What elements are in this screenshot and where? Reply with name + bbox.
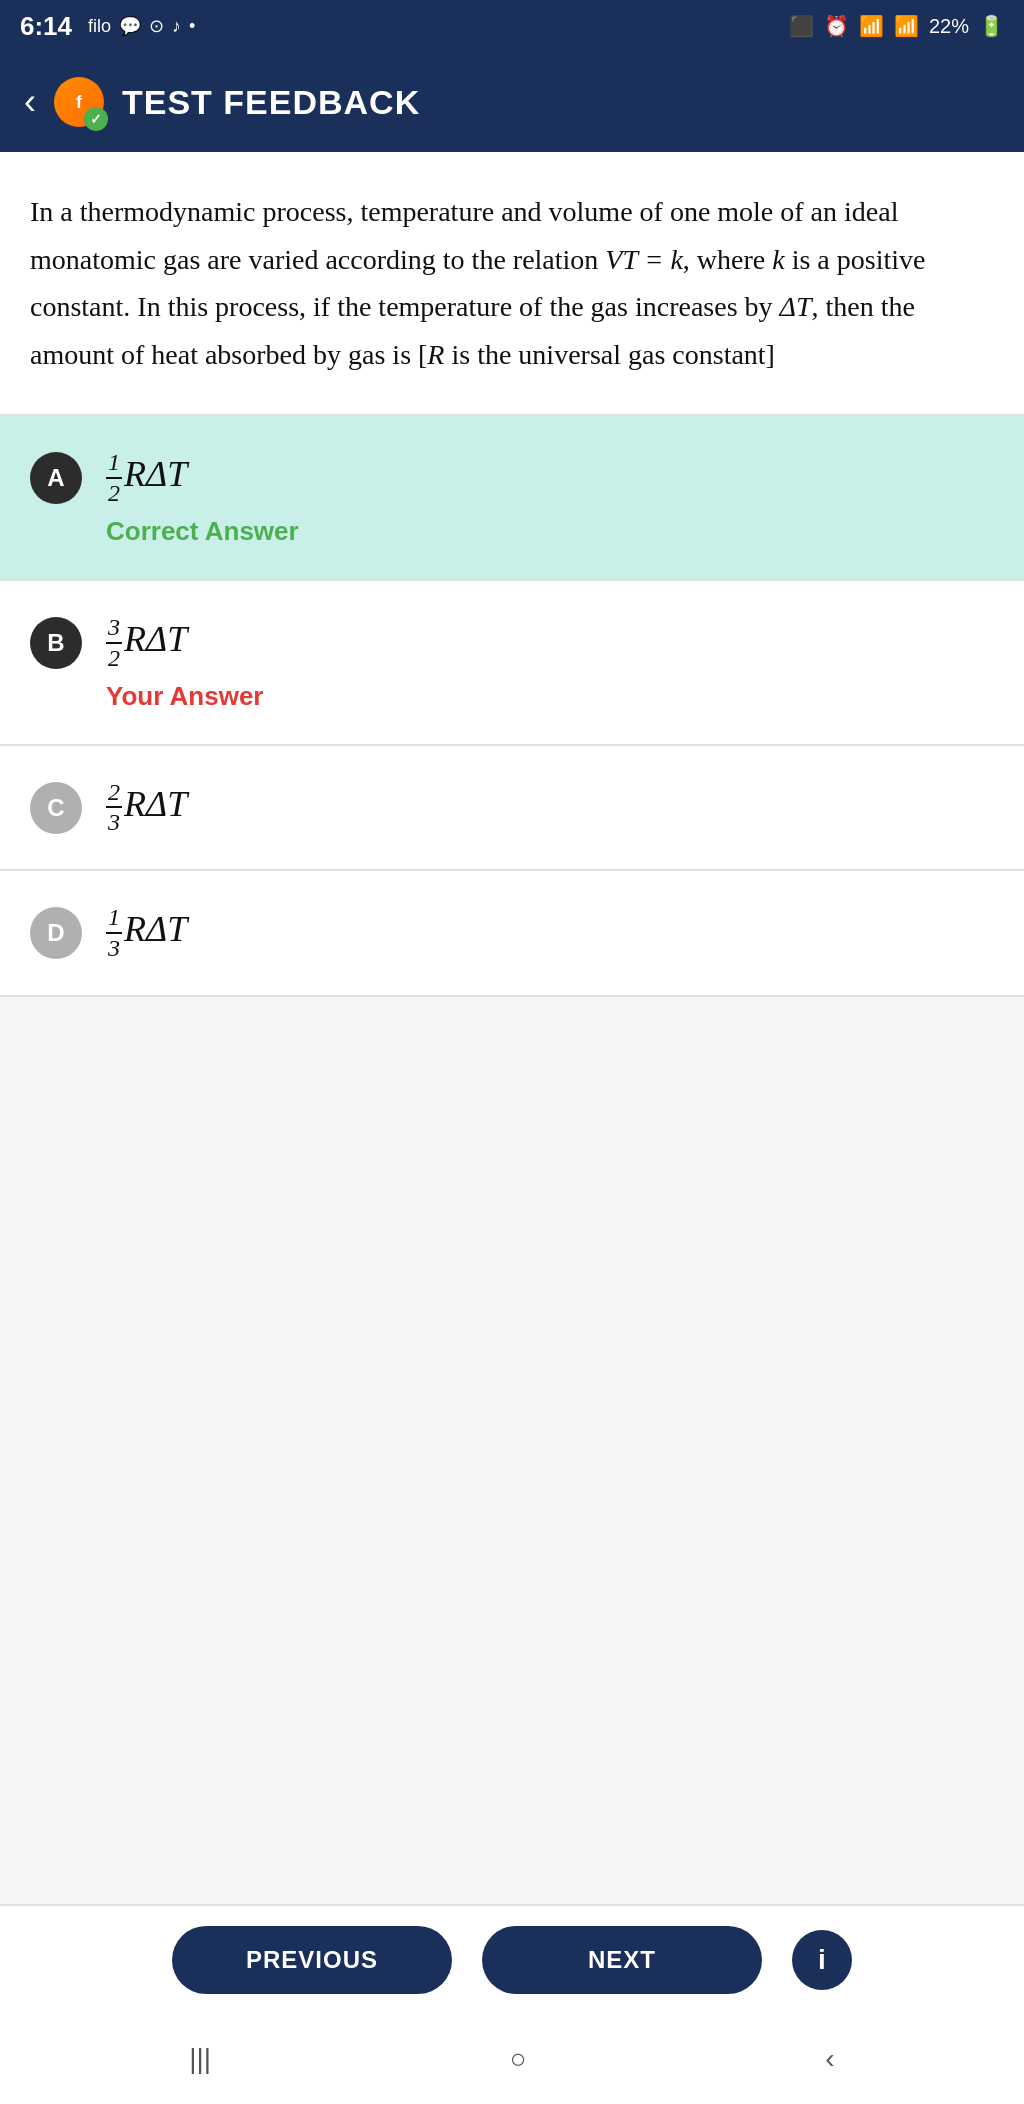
page-title: TEST FEEDBACK [122,83,420,122]
app-name: filo [88,16,111,37]
option-c-math: 2 3 RΔT [106,778,187,838]
option-d-fraction: 1 3 [106,903,122,963]
option-a-denominator: 2 [106,479,122,508]
delta-t: ΔT [780,291,812,322]
back-nav-button[interactable]: ‹ [785,2033,874,2085]
option-d-content: 1 3 RΔT [106,903,187,963]
option-c-badge: C [30,782,82,834]
question-text: In a thermodynamic process, temperature … [30,188,994,378]
option-b-content: 3 2 RΔT Your Answer [106,613,263,712]
option-b-numerator: 3 [106,613,122,644]
option-a-badge: A [30,452,82,504]
status-right: ⬛ ⏰ 📶 📶 22% 🔋 [789,14,1004,38]
menu-button[interactable]: ||| [149,2033,251,2085]
status-time: 6:14 [20,11,72,42]
option-c[interactable]: C 2 3 RΔT [0,746,1024,872]
chrome-icon: ⊙ [149,15,164,37]
correct-label: Correct Answer [106,516,299,547]
k-symbol: k [772,244,784,275]
option-c-numerator: 2 [106,778,122,809]
battery-icon: 🔋 [979,14,1004,38]
r-symbol: R [427,339,444,370]
option-d-numerator: 1 [106,903,122,934]
option-b-math: 3 2 RΔT [106,613,263,673]
equation: VT = k [605,244,683,275]
option-a[interactable]: A 1 2 RΔT Correct Answer [0,416,1024,581]
home-button[interactable]: ○ [470,2033,567,2085]
tiktok-icon: ♪ [172,16,181,37]
back-button[interactable]: ‹ [24,84,36,120]
status-icons: filo 💬 ⊙ ♪ • [88,15,195,37]
system-nav: ||| ○ ‹ [0,2014,1024,2104]
option-d-label: D [47,919,64,947]
option-b-label: B [47,629,64,657]
cast-icon: ⬛ [789,14,814,38]
header: ‹ f ✓ TEST FEEDBACK [0,52,1024,152]
option-c-fraction: 2 3 [106,778,122,838]
option-d-math: 1 3 RΔT [106,903,187,963]
status-bar: 6:14 filo 💬 ⊙ ♪ • ⬛ ⏰ 📶 📶 22% 🔋 [0,0,1024,52]
chat-icon: 💬 [119,15,141,37]
battery-text: 22% [929,15,969,38]
info-button[interactable]: i [792,1930,852,1990]
bottom-nav: PREVIOUS NEXT i [0,1904,1024,2014]
option-c-label: C [47,794,64,822]
options-container: A 1 2 RΔT Correct Answer B 3 2 RΔT Your [0,416,1024,996]
app-logo: f ✓ [54,77,104,127]
option-b[interactable]: B 3 2 RΔT Your Answer [0,581,1024,746]
question-area: In a thermodynamic process, temperature … [0,152,1024,416]
status-left: 6:14 filo 💬 ⊙ ♪ • [20,11,195,42]
option-c-content: 2 3 RΔT [106,778,187,838]
option-a-content: 1 2 RΔT Correct Answer [106,448,299,547]
check-icon: ✓ [84,107,108,131]
option-a-fraction: 1 2 [106,448,122,508]
option-b-fraction: 3 2 [106,613,122,673]
signal-icon: 📶 [894,14,919,38]
logo-text: f [76,92,82,113]
dot-icon: • [189,16,195,37]
option-b-denominator: 2 [106,644,122,673]
wifi-icon: 📶 [859,14,884,38]
option-b-badge: B [30,617,82,669]
option-a-math: 1 2 RΔT [106,448,299,508]
option-d-badge: D [30,907,82,959]
option-c-denominator: 3 [106,808,122,837]
option-a-label: A [47,464,64,492]
next-button[interactable]: NEXT [482,1926,762,1994]
previous-button[interactable]: PREVIOUS [172,1926,452,1994]
alarm-icon: ⏰ [824,14,849,38]
option-a-numerator: 1 [106,448,122,479]
your-answer-label: Your Answer [106,681,263,712]
option-d[interactable]: D 1 3 RΔT [0,871,1024,997]
option-d-denominator: 3 [106,934,122,963]
